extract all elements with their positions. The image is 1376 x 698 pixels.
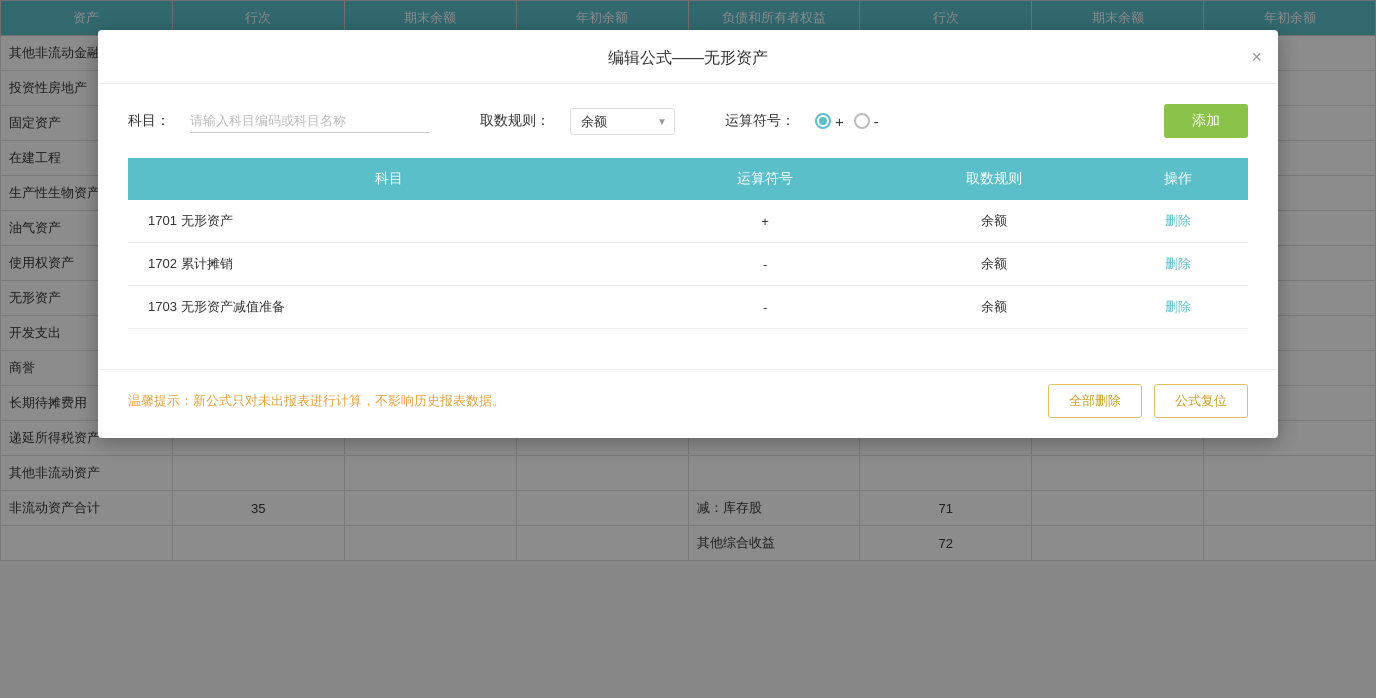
table-column-header: 科目	[128, 158, 651, 200]
delete-row-2-button[interactable]: 删除	[1165, 299, 1191, 314]
reset-formula-button[interactable]: 公式复位	[1154, 384, 1248, 418]
row-rule: 余额	[879, 286, 1108, 329]
operator-radio-group: + -	[815, 113, 879, 130]
rule-label: 取数规则：	[480, 112, 550, 130]
row-operator: +	[651, 200, 880, 243]
modal-body: 科目： 取数规则： 余额 借方发生额 贷方发生额 ▼ 运算符号： +	[98, 84, 1278, 369]
table-row: 1701 无形资产+余额 删除	[128, 200, 1248, 243]
row-rule: 余额	[879, 243, 1108, 286]
modal-title: 编辑公式——无形资产	[608, 49, 768, 66]
modal-header: 编辑公式——无形资产 ×	[98, 30, 1278, 84]
add-button[interactable]: 添加	[1164, 104, 1248, 138]
row-action: 删除	[1108, 200, 1248, 243]
radio-minus-circle[interactable]	[854, 113, 870, 129]
footer-buttons: 全部删除 公式复位	[1048, 384, 1248, 418]
plus-sign: +	[835, 113, 844, 130]
table-row: 1702 累计摊销-余额 删除	[128, 243, 1248, 286]
row-operator: -	[651, 243, 880, 286]
table-column-header: 取数规则	[879, 158, 1108, 200]
subject-label: 科目：	[128, 112, 170, 130]
modal-dialog: 编辑公式——无形资产 × 科目： 取数规则： 余额 借方发生额 贷方发生额 ▼ …	[98, 30, 1278, 438]
row-operator: -	[651, 286, 880, 329]
delete-row-1-button[interactable]: 删除	[1165, 256, 1191, 271]
radio-plus-item[interactable]: +	[815, 113, 844, 130]
minus-sign: -	[874, 113, 879, 130]
delete-row-0-button[interactable]: 删除	[1165, 213, 1191, 228]
modal-close-button[interactable]: ×	[1251, 48, 1262, 66]
table-row: 1703 无形资产减值准备-余额 删除	[128, 286, 1248, 329]
table-column-header: 运算符号	[651, 158, 880, 200]
row-subject: 1702 累计摊销	[128, 243, 651, 286]
table-column-header: 操作	[1108, 158, 1248, 200]
subject-input[interactable]	[190, 109, 430, 133]
hint-text: 温馨提示：新公式只对未出报表进行计算，不影响历史报表数据。	[128, 392, 505, 410]
row-subject: 1701 无形资产	[128, 200, 651, 243]
formula-table: 科目运算符号取数规则操作 1701 无形资产+余额删除1702 累计摊销-余额删…	[128, 158, 1248, 329]
row-action: 删除	[1108, 243, 1248, 286]
form-row: 科目： 取数规则： 余额 借方发生额 贷方发生额 ▼ 运算符号： +	[128, 104, 1248, 138]
modal-footer: 温馨提示：新公式只对未出报表进行计算，不影响历史报表数据。 全部删除 公式复位	[98, 369, 1278, 438]
row-rule: 余额	[879, 200, 1108, 243]
modal-overlay: 编辑公式——无形资产 × 科目： 取数规则： 余额 借方发生额 贷方发生额 ▼ …	[0, 0, 1376, 698]
rule-select[interactable]: 余额 借方发生额 贷方发生额	[570, 108, 675, 135]
radio-minus-item[interactable]: -	[854, 113, 879, 130]
delete-all-button[interactable]: 全部删除	[1048, 384, 1142, 418]
row-action: 删除	[1108, 286, 1248, 329]
rule-select-wrap[interactable]: 余额 借方发生额 贷方发生额 ▼	[570, 108, 675, 135]
row-subject: 1703 无形资产减值准备	[128, 286, 651, 329]
radio-plus-circle[interactable]	[815, 113, 831, 129]
operator-label: 运算符号：	[725, 112, 795, 130]
